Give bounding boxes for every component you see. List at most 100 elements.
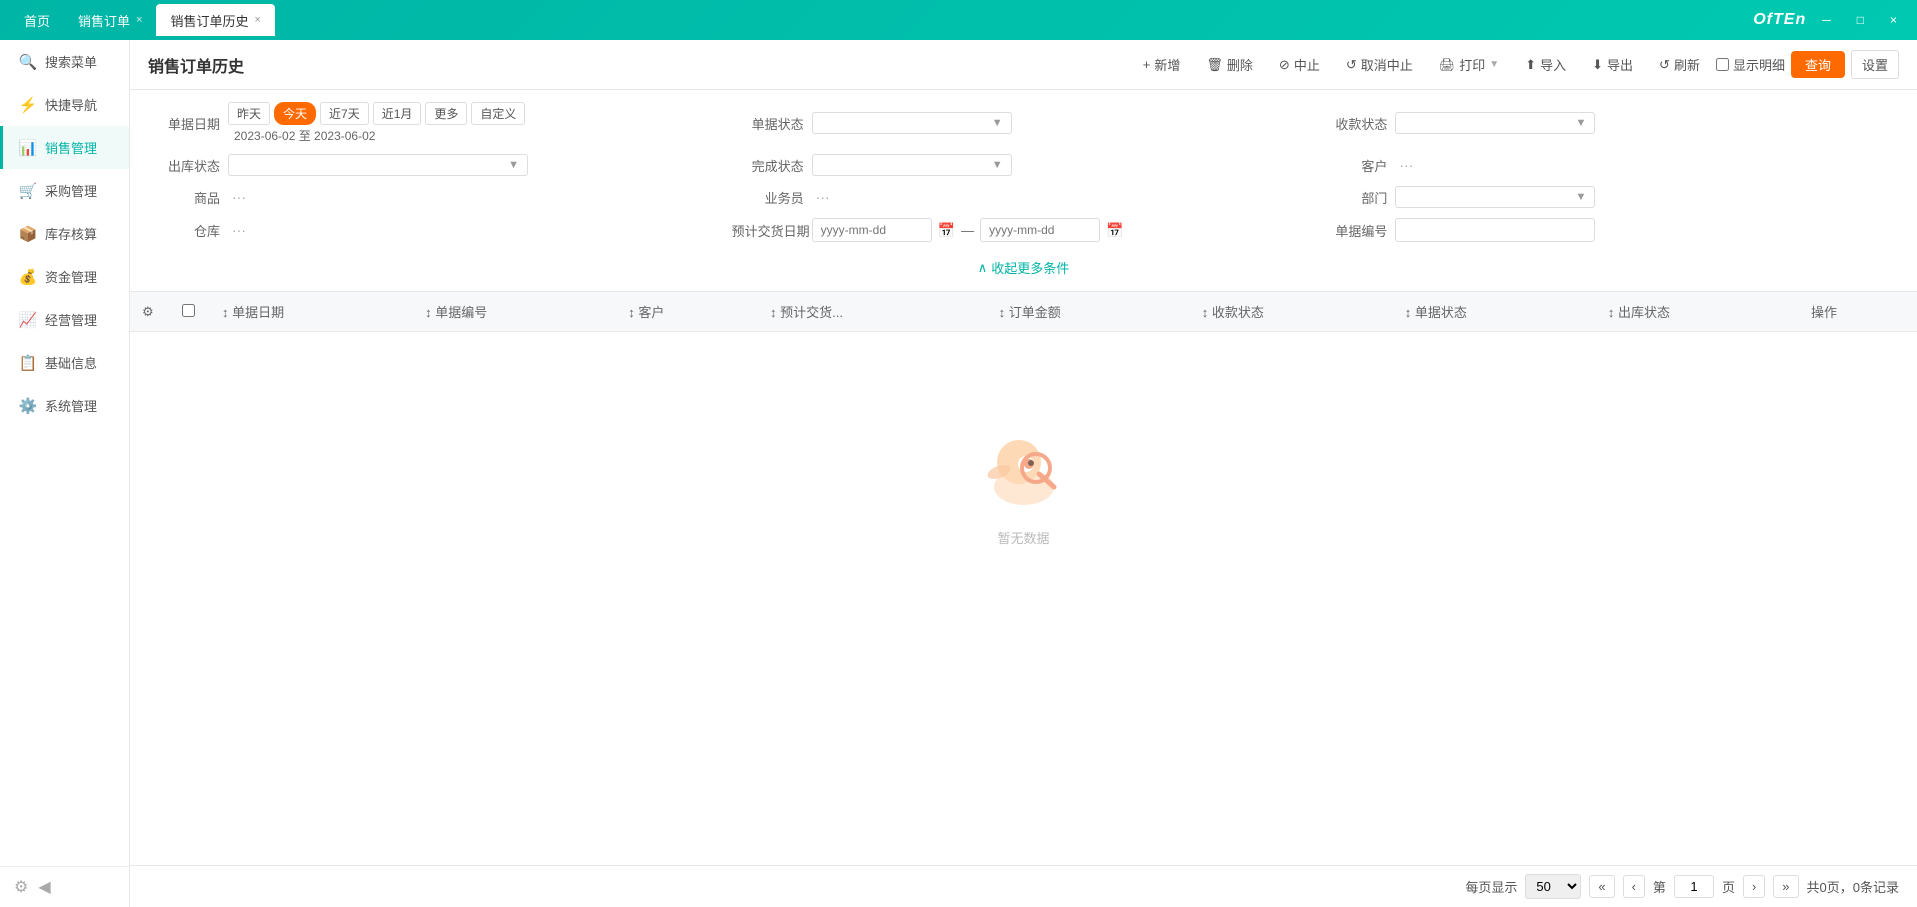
stop-button[interactable]: ⊘ 中止 [1269,51,1330,78]
table-settings-icon[interactable]: ⚙ [142,304,154,319]
inventory-icon: 📦 [19,225,37,243]
customer-dotdot-button[interactable]: ··· [1395,157,1417,173]
collapse-bar[interactable]: ∧ 收起更多条件 [148,252,1899,279]
th-checkbox[interactable] [170,292,210,332]
complete-status-select[interactable]: ▼ [812,154,1012,176]
th-delivery-date[interactable]: ↕ 预计交货... [758,292,987,332]
calendar-start-icon[interactable]: 📅 [938,222,955,239]
window-close-button[interactable]: × [1880,9,1907,31]
sidebar-item-inventory[interactable]: 📦 库存核算 [0,212,129,255]
complete-status-arrow-icon: ▼ [992,159,1003,171]
sidebar-item-system[interactable]: ⚙️ 系统管理 [0,384,129,427]
th-order-status[interactable]: ↕ 单据状态 [1393,292,1596,332]
refresh-button[interactable]: ↺ 刷新 [1649,51,1710,78]
out-status-select[interactable]: ▼ [228,154,528,176]
filter-col-payment-status: 收款状态 ▼ [1315,112,1899,134]
th-settings[interactable]: ⚙ [130,292,170,332]
data-table: ⚙ ↕ 单据日期 ↕ 单据编号 [130,292,1917,332]
display-toggle[interactable]: 显示明细 [1716,55,1785,74]
filter-col-order-no: 单据编号 [1315,218,1899,242]
delivery-date-start-input[interactable] [812,218,932,242]
delete-button[interactable]: 🗑 删除 [1196,51,1263,78]
first-page-button[interactable]: « [1589,875,1614,898]
prev-page-button[interactable]: ‹ [1623,875,1645,898]
search-menu-icon: 🔍 [19,53,37,71]
sidebar-item-purchase-mgmt[interactable]: 🛒 采购管理 [0,169,129,212]
print-icon: 🖨 [1439,57,1456,73]
product-label: 商品 [148,188,228,207]
tab-sales-order-close[interactable]: × [136,14,142,26]
tab-list: 首页 销售订单 × 销售订单历史 × [10,0,275,40]
collapse-icon[interactable]: ◀ [38,877,50,897]
date-label: 单据日期 [148,114,228,133]
next-page-button[interactable]: › [1743,875,1765,898]
product-dotdot-button[interactable]: ··· [228,189,250,205]
sidebar-item-base-info-label: 基础信息 [45,353,97,372]
display-toggle-checkbox[interactable] [1716,58,1729,71]
total-label: 共0页，0条记录 [1807,877,1899,896]
payment-status-select[interactable]: ▼ [1395,112,1595,134]
window-maximize-button[interactable]: □ [1847,9,1874,31]
th-payment-status[interactable]: ↕ 收款状态 [1190,292,1393,332]
filter-col-dept: 部门 ▼ [1315,186,1899,208]
th-customer[interactable]: ↕ 客户 [616,292,758,332]
sidebar-item-finance[interactable]: 💰 资金管理 [0,255,129,298]
sidebar-item-operations[interactable]: 📈 经营管理 [0,298,129,341]
page-input[interactable] [1674,875,1714,898]
th-amount[interactable]: ↕ 订单金额 [987,292,1190,332]
empty-illustration [964,412,1084,512]
cancel-stop-button[interactable]: ↺ 取消中止 [1336,51,1423,78]
date-btn-more[interactable]: 更多 [425,102,467,125]
import-button[interactable]: ⬆ 导入 [1515,51,1576,78]
th-date[interactable]: ↕ 单据日期 [210,292,413,332]
salesperson-dotdot-button[interactable]: ··· [812,189,834,205]
settings-icon[interactable]: ⚙ [14,877,28,897]
filter-col-delivery-date: 预计交货日期 📅 — 📅 [732,218,1316,242]
tab-home[interactable]: 首页 [10,4,64,36]
tab-sales-history-label: 销售订单历史 [170,11,248,30]
stop-icon: ⊘ [1279,57,1290,73]
print-arrow-icon: ▼ [1489,59,1499,70]
date-btn-1month[interactable]: 近1月 [373,102,422,125]
toolbar: + 新增 🗑 删除 ⊘ 中止 ↺ 取消中止 🖨 打印 [1133,50,1899,79]
tab-sales-history-close[interactable]: × [254,14,260,26]
filter-col-complete-status: 完成状态 ▼ [732,154,1316,176]
sidebar-item-search-menu[interactable]: 🔍 搜索菜单 [0,40,129,83]
date-btn-today[interactable]: 今天 [274,102,316,125]
date-btn-7days[interactable]: 近7天 [320,102,369,125]
delivery-date-end-input[interactable] [980,218,1100,242]
query-button[interactable]: 查询 [1791,51,1845,78]
date-btn-yesterday[interactable]: 昨天 [228,102,270,125]
tab-sales-history[interactable]: 销售订单历史 × [156,4,274,36]
last-page-button[interactable]: » [1773,875,1798,898]
date-range-btns: 昨天 今天 近7天 近1月 更多 自定义 [228,102,525,125]
settings-button[interactable]: 设置 [1851,50,1899,79]
sidebar-item-quick-nav[interactable]: ⚡ 快捷导航 [0,83,129,126]
order-no-input[interactable] [1395,218,1595,242]
select-all-checkbox[interactable] [182,304,195,317]
sidebar-item-sales-mgmt[interactable]: 📊 销售管理 [0,126,129,169]
filter-col-warehouse: 仓库 ··· [148,221,732,240]
warehouse-dotdot-button[interactable]: ··· [228,222,250,238]
tab-sales-order[interactable]: 销售订单 × [64,4,156,36]
order-status-label: 单据状态 [732,114,812,133]
date-btn-custom[interactable]: 自定义 [471,102,525,125]
content-area: 销售订单历史 + 新增 🗑 删除 ⊘ 中止 ↺ 取消中止 [130,40,1917,907]
new-button[interactable]: + 新增 [1133,51,1191,78]
order-status-select[interactable]: ▼ [812,112,1012,134]
delete-icon: 🗑 [1206,57,1223,73]
sidebar-item-base-info[interactable]: 📋 基础信息 [0,341,129,384]
th-out-status[interactable]: ↕ 出库状态 [1596,292,1799,332]
filter-col-date: 单据日期 昨天 今天 近7天 近1月 更多 自定义 2023-06-02 至 2… [148,102,732,144]
out-status-label: 出库状态 [148,156,228,175]
dept-select[interactable]: ▼ [1395,186,1595,208]
export-button[interactable]: ⬇ 导出 [1582,51,1643,78]
calendar-end-icon[interactable]: 📅 [1106,222,1123,239]
th-order-no[interactable]: ↕ 单据编号 [413,292,616,332]
filter-col-order-status: 单据状态 ▼ [732,112,1316,134]
print-button[interactable]: 🖨 打印 ▼ [1429,51,1509,78]
window-minimize-button[interactable]: ─ [1812,9,1841,31]
per-page-select[interactable]: 50 10 20 100 [1525,874,1581,899]
top-bar-right: OfTEn ─ □ × [1753,9,1907,31]
payment-status-label: 收款状态 [1315,114,1395,133]
